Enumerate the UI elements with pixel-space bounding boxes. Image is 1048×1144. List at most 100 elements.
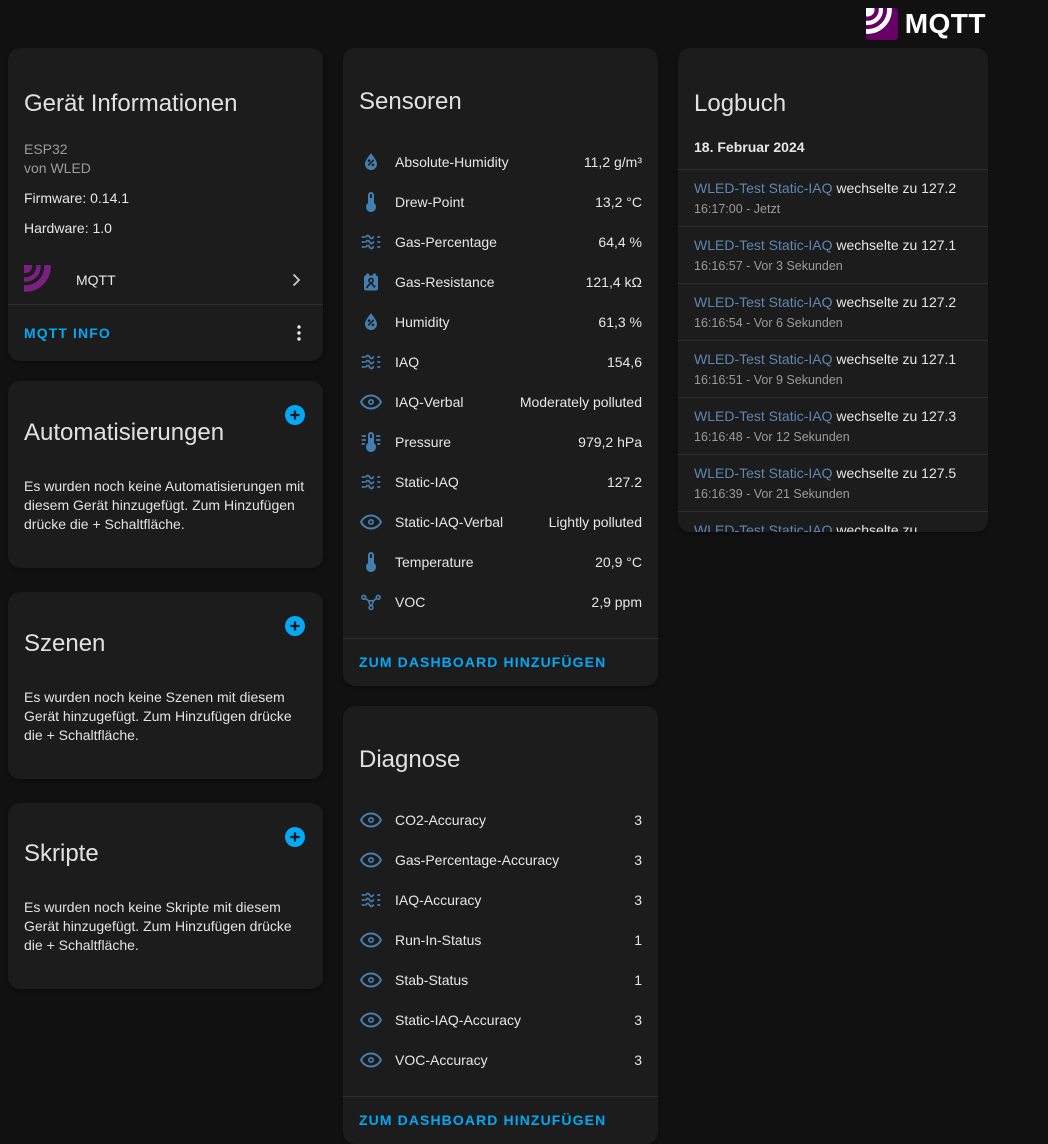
device-firmware: Firmware: 0.14.1 (24, 189, 130, 206)
sensors-title: Sensoren (359, 87, 462, 115)
mqtt-connection-label: MQTT (76, 271, 116, 288)
diagnostic-row[interactable]: VOC-Accuracy 3 (343, 1040, 658, 1080)
kebab-menu-icon[interactable] (287, 321, 311, 345)
logbook-entity-link[interactable]: WLED-Test Static-IAQ (694, 408, 832, 424)
eye-icon (359, 928, 383, 952)
sensor-row[interactable]: Static-IAQ 127.2 (343, 462, 658, 502)
diagnostics-title: Diagnose (359, 745, 461, 773)
add-script-button[interactable] (283, 825, 307, 849)
automations-empty-text: Es wurden noch keine Automatisierungen m… (24, 477, 305, 532)
logbook-entry-list: WLED-Test Static-IAQ wechselte zu 127.2 … (678, 168, 988, 532)
add-scene-button[interactable] (283, 614, 307, 638)
air-filter-icon (359, 230, 383, 254)
mqtt-connection-row[interactable]: MQTT (8, 256, 323, 304)
thermometer-icon (359, 190, 383, 214)
scenes-title: Szenen (24, 629, 106, 657)
eye-icon (359, 848, 383, 872)
logbook-entry: WLED-Test Static-IAQ wechselte zu 127.1 … (678, 339, 988, 397)
eye-icon (359, 510, 383, 534)
sensor-row[interactable]: Gas-Resistance 121,4 kΩ (343, 262, 658, 302)
sensors-card: Sensoren Absolute-Humidity 11,2 g/m³ Dre… (343, 48, 658, 686)
sensor-row[interactable]: Absolute-Humidity 11,2 g/m³ (343, 142, 658, 182)
logbook-entity-link[interactable]: WLED-Test Static-IAQ (694, 237, 832, 253)
logbook-message: wechselte zu 127.5 (836, 464, 957, 481)
diagnostic-row[interactable]: Stab-Status 1 (343, 960, 658, 1000)
logbook-entry: WLED-Test Static-IAQ wechselte zu 127.2 … (678, 168, 988, 226)
logbook-entry: WLED-Test Static-IAQ wechselte zu 127.2 … (678, 282, 988, 340)
automations-card: Automatisierungen Es wurden noch keine A… (8, 380, 323, 568)
logbook-message: wechselte zu (836, 521, 918, 532)
logbook-entry-time: 16:16:39 - Vor 21 Sekunden (694, 486, 850, 501)
device-page: Gerät Informationen ESP32 von WLED Firmw… (0, 48, 1048, 1144)
logbook-entity-link[interactable]: WLED-Test Static-IAQ (694, 180, 832, 196)
logbook-entry: WLED-Test Static-IAQ wechselte zu (678, 510, 988, 532)
scripts-card: Skripte Es wurden noch keine Skripte mit… (8, 802, 323, 990)
add-automation-button[interactable] (283, 403, 307, 427)
logbook-entry-time: 16:16:54 - Vor 6 Sekunden (694, 315, 843, 330)
logbook-entity-link[interactable]: WLED-Test Static-IAQ (694, 522, 832, 532)
logbook-entry-time: 16:17:00 - Jetzt (694, 201, 781, 216)
logbook-message: wechselte zu 127.1 (836, 350, 957, 367)
eye-icon (359, 390, 383, 414)
air-filter-icon (359, 350, 383, 374)
water-percent-icon (359, 310, 383, 334)
logbook-entry: WLED-Test Static-IAQ wechselte zu 127.3 … (678, 396, 988, 454)
water-percent-icon (359, 150, 383, 174)
diagnostic-row[interactable]: Static-IAQ-Accuracy 3 (343, 1000, 658, 1040)
logbook-card: Logbuch 18. Februar 2024 WLED-Test Stati… (678, 48, 988, 532)
mqtt-wordmark: MQTT (904, 8, 986, 39)
diagnostic-row[interactable]: Run-In-Status 1 (343, 920, 658, 960)
logbook-message: wechselte zu 127.2 (836, 179, 957, 196)
eye-icon (359, 1048, 383, 1072)
logbook-title: Logbuch (694, 89, 787, 117)
device-info-title: Gerät Informationen (24, 89, 238, 117)
logbook-message: wechselte zu 127.1 (836, 236, 957, 253)
eye-icon (359, 968, 383, 992)
automations-title: Automatisierungen (24, 418, 225, 446)
sensor-row[interactable]: VOC 2,9 ppm (343, 582, 658, 622)
diagnostic-row[interactable]: Gas-Percentage-Accuracy 3 (343, 840, 658, 880)
diagnostic-row[interactable]: CO2-Accuracy 3 (343, 800, 658, 840)
scripts-empty-text: Es wurden noch keine Skripte mit diesem … (24, 899, 292, 954)
sensor-list: Absolute-Humidity 11,2 g/m³ Drew-Point 1… (343, 142, 658, 622)
diagnostic-row[interactable]: IAQ-Accuracy 3 (343, 880, 658, 920)
mqtt-integration-icon (24, 264, 54, 295)
molecule-icon (359, 590, 383, 614)
sensor-row[interactable]: Static-IAQ-Verbal Lightly polluted (343, 502, 658, 542)
diagnostics-card: Diagnose CO2-Accuracy 3 Gas-Percentage-A… (343, 705, 658, 1144)
eye-icon (359, 808, 383, 832)
logbook-entry: WLED-Test Static-IAQ wechselte zu 127.5 … (678, 453, 988, 511)
logbook-entity-link[interactable]: WLED-Test Static-IAQ (694, 351, 832, 367)
thermometer-icon (359, 550, 383, 574)
air-filter-icon (359, 888, 383, 912)
mqtt-info-button[interactable]: MQTT INFO (24, 325, 111, 341)
sensor-row[interactable]: Gas-Percentage 64,4 % (343, 222, 658, 262)
sensor-row[interactable]: IAQ 154,6 (343, 342, 658, 382)
chevron-right-icon (285, 269, 307, 291)
thermometer-lines-icon (359, 430, 383, 454)
logbook-entity-link[interactable]: WLED-Test Static-IAQ (694, 294, 832, 310)
eye-icon (359, 1008, 383, 1032)
mqtt-brand-icon (865, 8, 898, 40)
diagnostics-list: CO2-Accuracy 3 Gas-Percentage-Accuracy 3 (343, 800, 658, 1080)
sensor-row[interactable]: Temperature 20,9 °C (343, 542, 658, 582)
sensor-row[interactable]: Humidity 61,3 % (343, 302, 658, 342)
logbook-message: wechselte zu 127.3 (836, 407, 957, 424)
sensor-row[interactable]: Pressure 979,2 hPa (343, 422, 658, 462)
device-model: ESP32 (24, 140, 68, 157)
air-filter-icon (359, 470, 383, 494)
logbook-entity-link[interactable]: WLED-Test Static-IAQ (694, 465, 832, 481)
sensor-row[interactable]: Drew-Point 13,2 °C (343, 182, 658, 222)
logbook-entry: WLED-Test Static-IAQ wechselte zu 127.1 … (678, 225, 988, 283)
logbook-entry-time: 16:16:48 - Vor 12 Sekunden (694, 429, 850, 444)
sensors-add-to-dashboard-button[interactable]: ZUM DASHBOARD HINZUFÜGEN (359, 654, 606, 670)
sensor-row[interactable]: IAQ-Verbal Moderately polluted (343, 382, 658, 422)
diagnostics-add-to-dashboard-button[interactable]: ZUM DASHBOARD HINZUFÜGEN (359, 1112, 606, 1128)
scenes-card: Szenen Es wurden noch keine Szenen mit d… (8, 591, 323, 779)
device-manufacturer: von WLED (24, 159, 91, 176)
logbook-entry-time: 16:16:51 - Vor 9 Sekunden (694, 372, 843, 387)
page-header: MQTT (0, 0, 1048, 48)
logbook-entry-time: 16:16:57 - Vor 3 Sekunden (694, 258, 843, 273)
scripts-title: Skripte (24, 840, 99, 868)
logbook-date-header: 18. Februar 2024 (694, 138, 805, 155)
